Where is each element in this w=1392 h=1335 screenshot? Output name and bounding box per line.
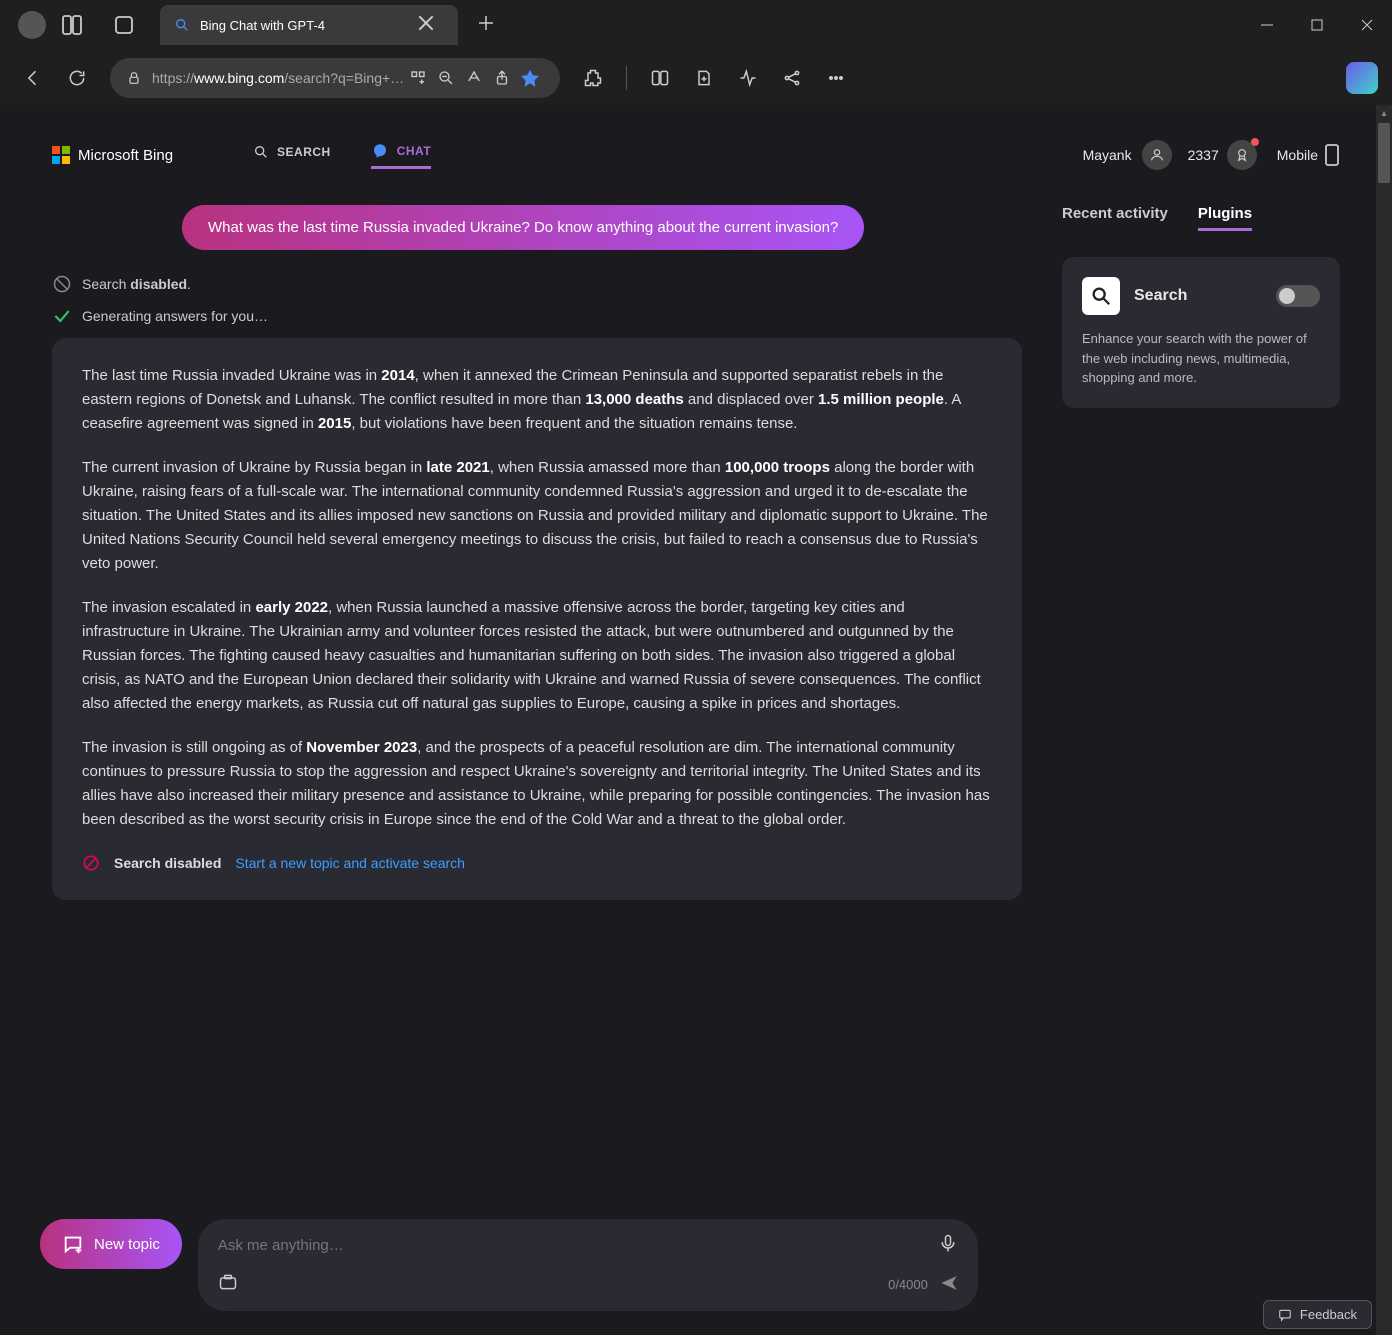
extensions-button[interactable] [574,59,612,97]
read-aloud-button[interactable] [460,64,488,92]
plugin-title: Search [1134,287,1187,305]
workspaces-icon[interactable] [60,13,84,37]
nav-search[interactable]: SEARCH [253,142,331,169]
status-search-disabled: Search disabled. [52,274,1022,294]
minimize-button[interactable] [1242,0,1292,50]
account-avatar-icon [1142,140,1172,170]
new-tab-button[interactable] [478,15,494,36]
tab-close-button[interactable] [418,15,444,36]
search-plugin-icon [1082,277,1120,315]
split-screen-button[interactable] [641,59,679,97]
chat-sidebar: Recent activity Plugins Search Enhance y… [1062,205,1340,1245]
new-topic-label: New topic [94,1236,160,1253]
collections-button[interactable] [685,59,723,97]
chat-main: What was the last time Russia invaded Uk… [52,205,1022,1245]
nav-search-label: SEARCH [277,145,331,159]
mobile-icon [1324,143,1340,167]
back-button[interactable] [14,59,52,97]
answer-p4: The invasion is still ongoing as of Nove… [82,736,992,832]
rewards-points: 2337 [1188,147,1219,163]
share-button[interactable] [488,64,516,92]
tab-plugins[interactable]: Plugins [1198,205,1252,231]
ask-input[interactable] [218,1237,938,1254]
plugin-description: Enhance your search with the power of th… [1082,329,1320,388]
answer-footer: Search disabled Start a new topic and ac… [82,852,992,874]
bing-header: Microsoft Bing SEARCH CHAT Mayank 2337 [12,125,1380,185]
maximize-button[interactable] [1292,0,1342,50]
nav-chat-label: CHAT [397,144,431,158]
scroll-thumb[interactable] [1378,123,1390,183]
lock-icon [126,70,142,86]
footer-disabled-label: Search disabled [114,852,221,874]
share2-button[interactable] [773,59,811,97]
chat-body: What was the last time Russia invaded Uk… [12,185,1380,1245]
zoom-out-button[interactable] [432,64,460,92]
url-text: https://www.bing.com/search?q=Bing+… [152,70,404,86]
account-area[interactable]: Mayank [1083,140,1172,170]
browser-tab-active[interactable]: Bing Chat with GPT-4 [160,5,458,45]
scrollbar[interactable]: ▴ [1376,105,1392,1335]
page-content: ▴ Microsoft Bing SEARCH CHAT Mayank [0,105,1392,1335]
mobile-label: Mobile [1277,147,1318,163]
tab-recent-activity[interactable]: Recent activity [1062,205,1168,231]
status-generating-text: Generating answers for you… [82,308,268,324]
user-message-bubble: What was the last time Russia invaded Uk… [182,205,864,250]
input-area: New topic 0/4000 [40,1219,1332,1311]
blocked-icon [82,854,100,872]
feedback-icon [1278,1308,1292,1322]
window-titlebar: Bing Chat with GPT-4 [0,0,1392,50]
status-disabled-text: Search disabled. [82,276,191,292]
answer-p2: The current invasion of Ukraine by Russi… [82,456,992,576]
new-topic-button[interactable]: New topic [40,1219,182,1269]
answer-p3: The invasion escalated in early 2022, wh… [82,596,992,716]
feedback-button[interactable]: Feedback [1263,1300,1372,1329]
plugin-search-card: Search Enhance your search with the powe… [1062,257,1340,408]
toolbar-divider [626,66,627,90]
performance-button[interactable] [729,59,767,97]
blocked-icon [52,274,72,294]
rewards-icon [1227,140,1257,170]
apps-button[interactable] [404,64,432,92]
mobile-link[interactable]: Mobile [1277,143,1340,167]
search-icon [253,144,269,160]
check-icon [52,306,72,326]
answer-card: The last time Russia invaded Ukraine was… [52,338,1022,900]
status-generating: Generating answers for you… [52,306,1022,326]
bing-nav: SEARCH CHAT [253,142,431,169]
close-window-button[interactable] [1342,0,1392,50]
more-button[interactable] [817,59,855,97]
ask-box: 0/4000 [198,1219,978,1311]
account-name: Mayank [1083,147,1132,163]
chat-icon [371,142,389,160]
copilot-button[interactable] [1346,62,1378,94]
tab-actions-icon[interactable] [112,13,136,37]
char-counter-area: 0/4000 [888,1274,958,1295]
bing-logo-text: Microsoft Bing [78,147,173,164]
refresh-button[interactable] [58,59,96,97]
answer-p1: The last time Russia invaded Ukraine was… [82,364,992,436]
activate-search-link[interactable]: Start a new topic and activate search [235,852,465,874]
browser-toolbar: https://www.bing.com/search?q=Bing+… [0,50,1392,105]
tab-title: Bing Chat with GPT-4 [200,18,400,33]
bing-logo[interactable]: Microsoft Bing [52,146,173,164]
sidebar-tabs: Recent activity Plugins [1062,205,1340,231]
mic-button[interactable] [938,1233,958,1258]
search-icon [174,17,190,33]
scroll-up-button[interactable]: ▴ [1376,105,1392,121]
feedback-label: Feedback [1300,1307,1357,1322]
address-bar[interactable]: https://www.bing.com/search?q=Bing+… [110,58,560,98]
send-button[interactable] [940,1274,958,1295]
rewards-area[interactable]: 2337 [1188,140,1257,170]
char-counter: 0/4000 [888,1277,928,1292]
plugin-toggle[interactable] [1276,285,1320,307]
profile-avatar[interactable] [18,11,46,39]
microsoft-logo-icon [52,146,70,164]
new-topic-icon [62,1233,84,1255]
image-input-button[interactable] [218,1272,238,1297]
nav-chat[interactable]: CHAT [371,142,431,169]
favorite-button[interactable] [516,64,544,92]
